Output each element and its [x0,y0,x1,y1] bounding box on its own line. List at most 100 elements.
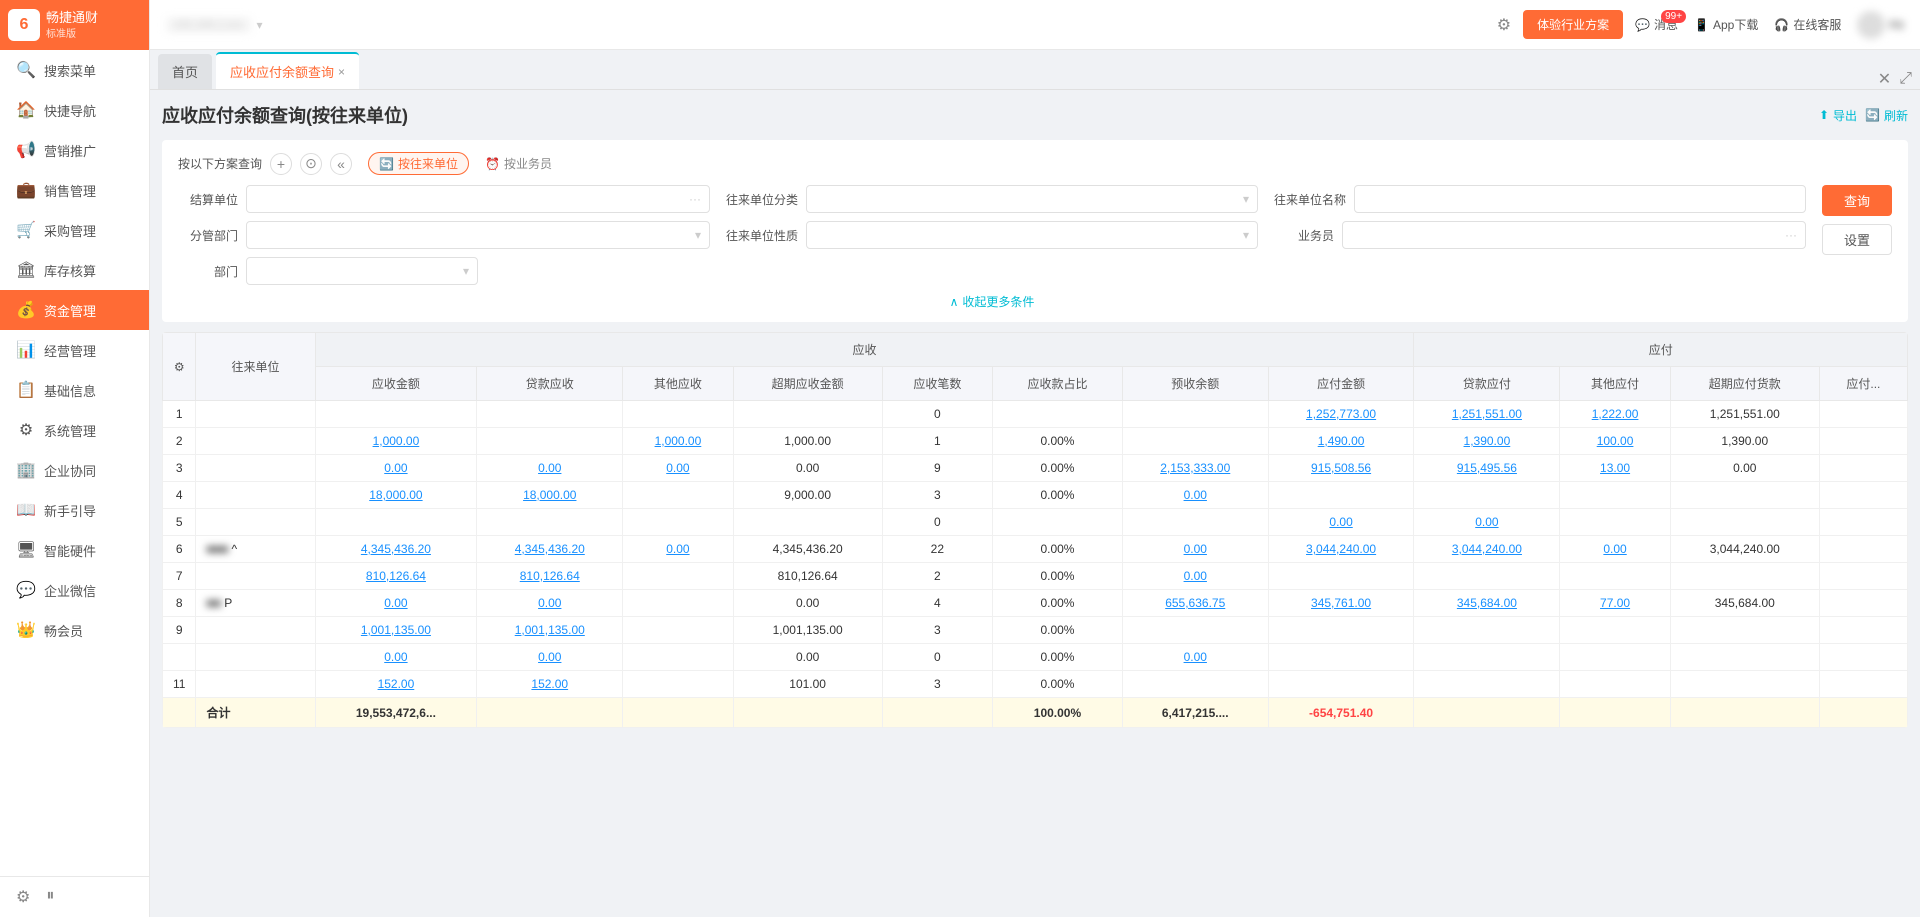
row-ar-amount[interactable]: 0.00 [315,590,477,617]
sidebar-item-finance[interactable]: 💰 资金管理 [0,290,149,330]
sidebar-item-purchase[interactable]: 🛒 采购管理 [0,210,149,250]
row-ar-amount[interactable]: 0.00 [315,455,477,482]
message-item[interactable]: 💬 消息 99+ [1635,16,1678,33]
table-row: 6 ■■■ ^ 4,345,436.20 4,345,436.20 0.00 4… [163,536,1908,563]
sidebar-item-guide[interactable]: 📖 新手引导 [0,490,149,530]
refresh-button[interactable]: 🔄 刷新 [1865,107,1908,124]
row-ap-amount[interactable]: 1,252,773.00 [1268,401,1414,428]
row-ar-amount[interactable]: 18,000.00 [315,482,477,509]
row-ap-other[interactable]: 13.00 [1560,455,1671,482]
sidebar-item-enterprise[interactable]: 🏢 企业协同 [0,450,149,490]
row-ap-other[interactable]: 1,222.00 [1560,401,1671,428]
sidebar-item-wechat[interactable]: 💬 企业微信 [0,570,149,610]
row-index: 2 [163,428,196,455]
tab-home[interactable]: 首页 [158,54,212,89]
salesman-input[interactable]: ··· [1342,221,1806,249]
tab-close-icon[interactable]: × [338,65,345,79]
row-ap-other[interactable]: 100.00 [1560,428,1671,455]
filter-panel: 按以下方案查询 + ⊙ « 🔄 按往来单位 ⏰ 按业务员 [162,140,1908,322]
logo-icon: 6 [8,9,40,41]
table-config-header[interactable]: ⚙ [163,333,196,401]
row-ap-loan[interactable]: 3,044,240.00 [1414,536,1560,563]
message-icon: 💬 [1635,18,1650,32]
ar-loan-header: 贷款应收 [477,367,623,401]
row-ar-prepay[interactable]: 0.00 [1122,482,1268,509]
settlement-input[interactable]: ··· [246,185,710,213]
row-ar-prepay[interactable]: 0.00 [1122,563,1268,590]
scheme-by-unit[interactable]: 🔄 按往来单位 [368,152,469,175]
sidebar-item-basic-info[interactable]: 📋 基础信息 [0,370,149,410]
sidebar-item-marketing[interactable]: 📢 营销推广 [0,130,149,170]
row-ap-loan[interactable]: 0.00 [1414,509,1560,536]
row-ar-amount[interactable]: 810,126.64 [315,563,477,590]
app-download-item[interactable]: 📱 App下载 [1694,16,1758,33]
row-ar-loan[interactable]: 152.00 [477,671,623,698]
unit-name-input[interactable] [1354,185,1806,213]
sidebar-item-sales[interactable]: 💼 销售管理 [0,170,149,210]
dept-select[interactable]: ▾ [246,257,478,285]
row-ar-amount[interactable]: 152.00 [315,671,477,698]
row-ar-other[interactable]: 0.00 [623,455,734,482]
table-settings-button[interactable]: 设置 [1822,224,1892,255]
sidebar-settings-icon[interactable]: ⚙ [16,887,30,907]
dept-manage-select[interactable]: ▾ [246,221,710,249]
row-ar-loan[interactable]: 4,345,436.20 [477,536,623,563]
row-ar-loan[interactable]: 0.00 [477,590,623,617]
filter-add-button[interactable]: + [270,153,292,175]
sidebar-item-smart-hw[interactable]: 🖥 智能硬件 [0,530,149,570]
row-ar-amount[interactable]: 4,345,436.20 [315,536,477,563]
row-ar-overdue [733,509,882,536]
tabbar: 首页 应收应付余额查询 × ✕ ⤢ [150,50,1920,90]
sidebar-collapse-icon[interactable]: ⏸ [46,887,54,907]
row-ar-other[interactable]: 1,000.00 [623,428,734,455]
row-ap-loan[interactable]: 915,495.56 [1414,455,1560,482]
query-button[interactable]: 查询 [1822,185,1892,216]
sidebar-item-system[interactable]: ⚙ 系统管理 [0,410,149,450]
row-ar-loan[interactable]: 0.00 [477,644,623,671]
sidebar-item-operations[interactable]: 📊 经营管理 [0,330,149,370]
row-ar-loan[interactable]: 18,000.00 [477,482,623,509]
row-ar-prepay[interactable]: 2,153,333.00 [1122,455,1268,482]
row-ap-other[interactable]: 0.00 [1560,536,1671,563]
row-ar-loan[interactable]: 810,126.64 [477,563,623,590]
scheme-by-staff[interactable]: ⏰ 按业务员 [475,153,562,174]
footer-ar-ratio: 100.00% [993,698,1123,728]
row-ar-amount[interactable]: 1,001,135.00 [315,617,477,644]
row-ar-loan[interactable]: 1,001,135.00 [477,617,623,644]
window-close-icon[interactable]: ✕ [1878,69,1891,89]
topbar-settings-icon[interactable]: ⚙ [1497,15,1511,35]
export-button[interactable]: ⬆ 导出 [1819,107,1857,124]
row-ar-amount [315,401,477,428]
row-ap-amount[interactable]: 0.00 [1268,509,1414,536]
sidebar-item-member[interactable]: 👑 畅会员 [0,610,149,650]
row-ap-other[interactable]: 77.00 [1560,590,1671,617]
unit-nature-select[interactable]: ▾ [806,221,1258,249]
window-expand-icon[interactable]: ⤢ [1899,70,1912,88]
row-ap-amount[interactable]: 3,044,240.00 [1268,536,1414,563]
row-ar-other[interactable]: 0.00 [623,536,734,563]
row-ap-loan[interactable]: 1,251,551.00 [1414,401,1560,428]
row-ar-prepay [1122,401,1268,428]
unit-category-select[interactable]: ▾ [806,185,1258,213]
online-service-item[interactable]: 🎧 在线客服 [1774,16,1841,33]
filter-settings-button[interactable]: ⊙ [300,153,322,175]
tab-ar-ap[interactable]: 应收应付余额查询 × [216,52,359,89]
promo-button[interactable]: 体验行业方案 [1523,10,1623,39]
sidebar-item-quick-nav[interactable]: 🏠 快捷导航 [0,90,149,130]
row-ap-loan[interactable]: 1,390.00 [1414,428,1560,455]
row-ar-amount[interactable]: 1,000.00 [315,428,477,455]
row-ap-amount[interactable]: 1,490.00 [1268,428,1414,455]
row-ar-prepay[interactable]: 0.00 [1122,644,1268,671]
row-ap-amount[interactable]: 915,508.56 [1268,455,1414,482]
row-ap-amount[interactable]: 345,761.00 [1268,590,1414,617]
filter-collapse-bar[interactable]: ∧ 收起更多条件 [178,293,1806,310]
filter-collapse-button[interactable]: « [330,153,352,175]
row-ar-prepay[interactable]: 0.00 [1122,536,1268,563]
sidebar-item-inventory[interactable]: 🏛 库存核算 [0,250,149,290]
row-ap-loan[interactable]: 345,684.00 [1414,590,1560,617]
row-ar-amount[interactable]: 0.00 [315,644,477,671]
row-ar-loan[interactable]: 0.00 [477,455,623,482]
user-avatar-item[interactable]: Rit [1857,11,1904,39]
row-ar-prepay[interactable]: 655,636.75 [1122,590,1268,617]
sidebar-item-search-menu[interactable]: 🔍 搜索菜单 [0,50,149,90]
